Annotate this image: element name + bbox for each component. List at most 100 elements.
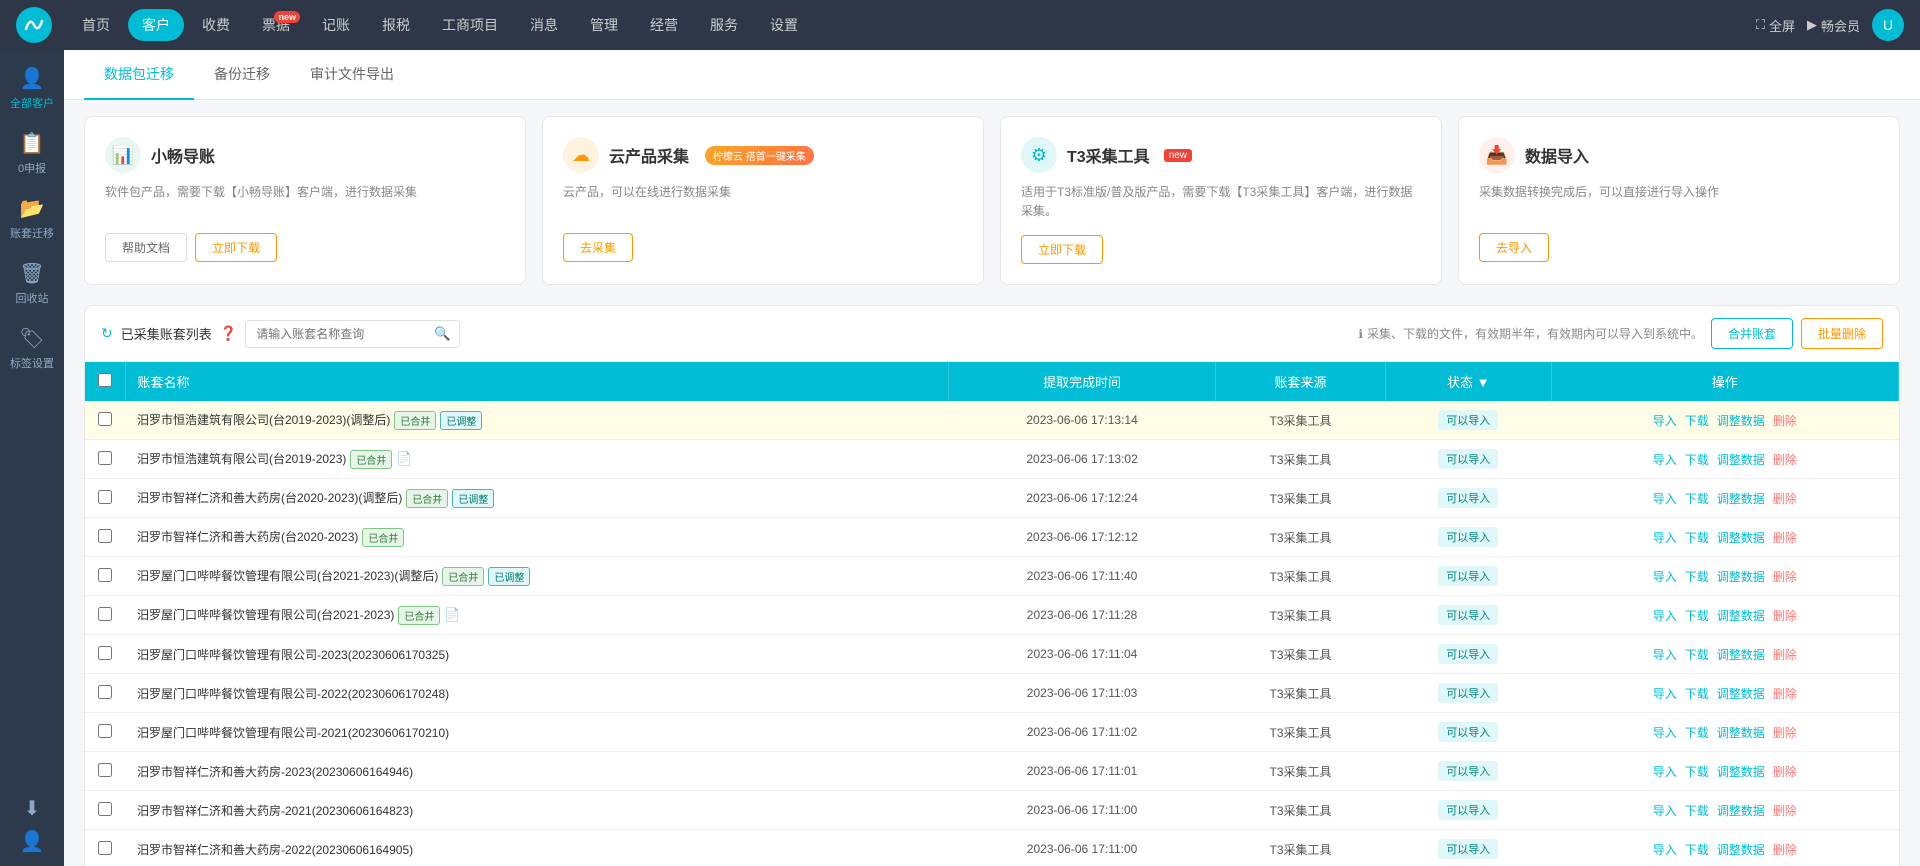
- help-icon[interactable]: ❓: [220, 325, 237, 342]
- action-下载-link[interactable]: 下载: [1681, 804, 1713, 818]
- row-checkbox[interactable]: [98, 646, 112, 660]
- row-checkbox[interactable]: [98, 724, 112, 738]
- action-delete-link[interactable]: 删除: [1769, 453, 1801, 467]
- action-导入-link[interactable]: 导入: [1649, 570, 1681, 584]
- action-delete-link[interactable]: 删除: [1769, 531, 1801, 545]
- action-delete-link[interactable]: 删除: [1769, 648, 1801, 662]
- action-delete-link[interactable]: 删除: [1769, 726, 1801, 740]
- action-导入-link[interactable]: 导入: [1649, 453, 1681, 467]
- row-checkbox[interactable]: [98, 607, 112, 621]
- action-导入-link[interactable]: 导入: [1649, 492, 1681, 506]
- fullscreen-btn[interactable]: ⛶ 全屏: [1756, 16, 1795, 35]
- action-调整数据-link[interactable]: 调整数据: [1713, 414, 1769, 428]
- row-actions-cell: 导入下载调整数据删除: [1551, 635, 1898, 674]
- nav-client[interactable]: 客户: [128, 9, 184, 41]
- nav-service[interactable]: 服务: [696, 9, 752, 41]
- tab-audit-export[interactable]: 审计文件导出: [290, 50, 414, 100]
- action-调整数据-link[interactable]: 调整数据: [1713, 531, 1769, 545]
- action-下载-link[interactable]: 下载: [1681, 570, 1713, 584]
- member-btn[interactable]: ▶ 畅会员: [1807, 16, 1860, 35]
- row-checkbox[interactable]: [98, 451, 112, 465]
- search-button[interactable]: 🔍: [426, 321, 459, 347]
- action-调整数据-link[interactable]: 调整数据: [1713, 804, 1769, 818]
- action-调整数据-link[interactable]: 调整数据: [1713, 492, 1769, 506]
- tab-data-migration[interactable]: 数据包迁移: [84, 50, 194, 100]
- xiaochang-help-btn[interactable]: 帮助文档: [105, 233, 187, 262]
- action-调整数据-link[interactable]: 调整数据: [1713, 570, 1769, 584]
- xiaochang-download-btn[interactable]: 立即下载: [195, 233, 277, 262]
- row-checkbox[interactable]: [98, 685, 112, 699]
- action-调整数据-link[interactable]: 调整数据: [1713, 609, 1769, 623]
- action-调整数据-link[interactable]: 调整数据: [1713, 726, 1769, 740]
- t3-download-btn[interactable]: 立即下载: [1021, 235, 1103, 264]
- action-导入-link[interactable]: 导入: [1649, 609, 1681, 623]
- nav-operation[interactable]: 经营: [636, 9, 692, 41]
- action-下载-link[interactable]: 下载: [1681, 492, 1713, 506]
- row-checkbox[interactable]: [98, 841, 112, 855]
- app-logo[interactable]: [16, 7, 52, 43]
- action-下载-link[interactable]: 下载: [1681, 531, 1713, 545]
- action-delete-link[interactable]: 删除: [1769, 804, 1801, 818]
- sidebar-item-zero-report[interactable]: 📋 0申报: [4, 123, 60, 184]
- action-下载-link[interactable]: 下载: [1681, 609, 1713, 623]
- action-下载-link[interactable]: 下载: [1681, 414, 1713, 428]
- nav-home[interactable]: 首页: [68, 9, 124, 41]
- action-delete-link[interactable]: 删除: [1769, 765, 1801, 779]
- select-all-checkbox[interactable]: [98, 373, 112, 387]
- import-go-btn[interactable]: 去导入: [1479, 233, 1549, 262]
- action-导入-link[interactable]: 导入: [1649, 804, 1681, 818]
- sidebar-item-tag-settings[interactable]: 🏷 标签设置: [4, 318, 60, 379]
- nav-bookkeep[interactable]: 记账: [308, 9, 364, 41]
- tab-backup-migration[interactable]: 备份迁移: [194, 50, 290, 100]
- row-checkbox[interactable]: [98, 763, 112, 777]
- nav-message[interactable]: 消息: [516, 9, 572, 41]
- row-checkbox[interactable]: [98, 490, 112, 504]
- action-导入-link[interactable]: 导入: [1649, 765, 1681, 779]
- nav-settings[interactable]: 设置: [756, 9, 812, 41]
- batch-delete-btn[interactable]: 批量删除: [1801, 318, 1883, 349]
- sidebar-item-all-clients[interactable]: 👤 全部客户: [4, 58, 60, 119]
- nav-fee[interactable]: 收费: [188, 9, 244, 41]
- user-avatar[interactable]: U: [1872, 9, 1904, 41]
- action-下载-link[interactable]: 下载: [1681, 726, 1713, 740]
- action-导入-link[interactable]: 导入: [1649, 687, 1681, 701]
- action-导入-link[interactable]: 导入: [1649, 843, 1681, 857]
- sidebar-item-account-migrate[interactable]: 📂 账套迁移: [4, 188, 60, 249]
- action-delete-link[interactable]: 删除: [1769, 492, 1801, 506]
- user-circle-icon[interactable]: 👤: [20, 829, 45, 854]
- action-delete-link[interactable]: 删除: [1769, 414, 1801, 428]
- action-调整数据-link[interactable]: 调整数据: [1713, 453, 1769, 467]
- action-调整数据-link[interactable]: 调整数据: [1713, 843, 1769, 857]
- cloud-collect-btn[interactable]: 去采集: [563, 233, 633, 262]
- action-delete-link[interactable]: 删除: [1769, 609, 1801, 623]
- nav-manage[interactable]: 管理: [576, 9, 632, 41]
- row-checkbox[interactable]: [98, 529, 112, 543]
- row-checkbox[interactable]: [98, 568, 112, 582]
- search-input[interactable]: [246, 322, 426, 346]
- action-下载-link[interactable]: 下载: [1681, 648, 1713, 662]
- action-导入-link[interactable]: 导入: [1649, 531, 1681, 545]
- action-导入-link[interactable]: 导入: [1649, 414, 1681, 428]
- merge-accounts-btn[interactable]: 合并账套: [1711, 318, 1793, 349]
- row-checkbox[interactable]: [98, 412, 112, 426]
- nav-tax[interactable]: 报税: [368, 9, 424, 41]
- action-导入-link[interactable]: 导入: [1649, 726, 1681, 740]
- action-下载-link[interactable]: 下载: [1681, 687, 1713, 701]
- action-导入-link[interactable]: 导入: [1649, 648, 1681, 662]
- action-delete-link[interactable]: 删除: [1769, 843, 1801, 857]
- action-下载-link[interactable]: 下载: [1681, 765, 1713, 779]
- action-调整数据-link[interactable]: 调整数据: [1713, 648, 1769, 662]
- action-delete-link[interactable]: 删除: [1769, 687, 1801, 701]
- download-icon[interactable]: ⬇: [24, 796, 41, 821]
- action-调整数据-link[interactable]: 调整数据: [1713, 687, 1769, 701]
- nav-invoice[interactable]: 票据 new: [248, 9, 304, 41]
- row-checkbox[interactable]: [98, 802, 112, 816]
- action-下载-link[interactable]: 下载: [1681, 453, 1713, 467]
- nav-business[interactable]: 工商项目: [428, 9, 512, 41]
- action-调整数据-link[interactable]: 调整数据: [1713, 765, 1769, 779]
- col-status[interactable]: 状态 ▼: [1385, 362, 1551, 401]
- action-delete-link[interactable]: 删除: [1769, 570, 1801, 584]
- refresh-icon[interactable]: ↻: [101, 325, 113, 342]
- sidebar-item-recycle[interactable]: 🗑 回收站: [4, 253, 60, 314]
- action-下载-link[interactable]: 下载: [1681, 843, 1713, 857]
